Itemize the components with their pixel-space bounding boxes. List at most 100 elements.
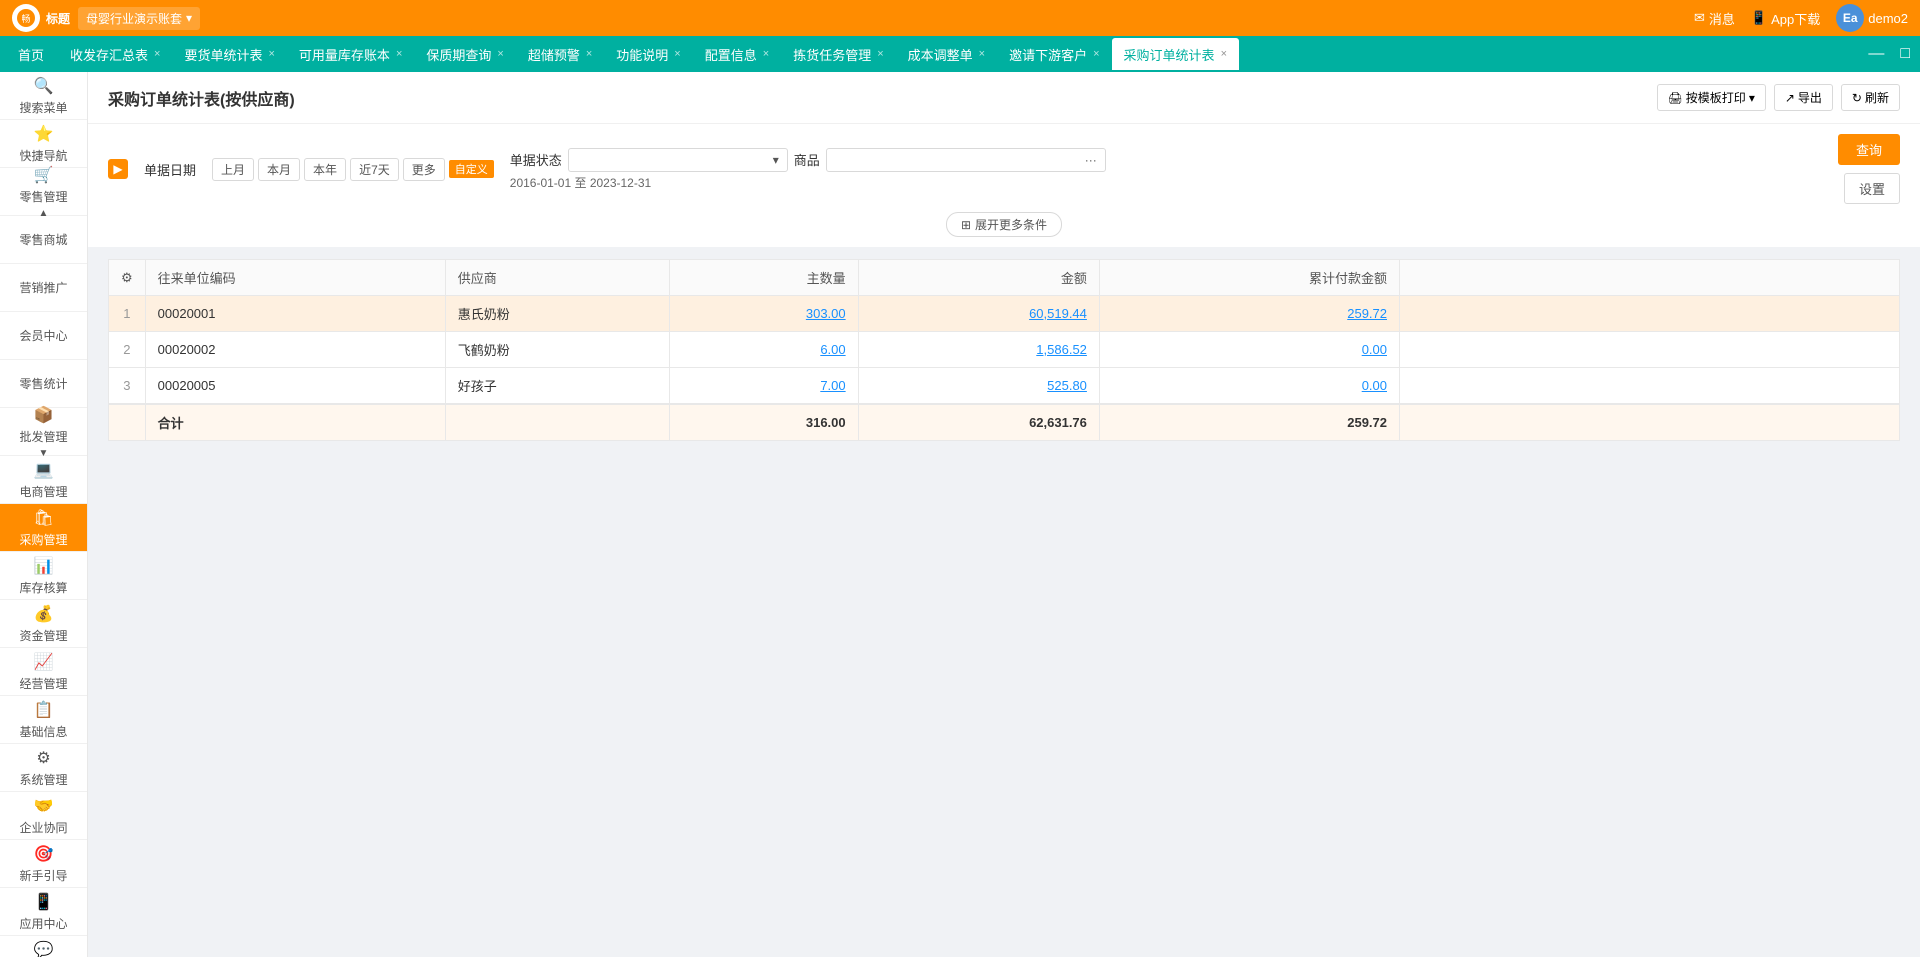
cell-code: 00020002: [145, 332, 445, 368]
sidebar-item-collab[interactable]: 🤝 企业协同: [0, 792, 87, 840]
sidebar-item-system[interactable]: ⚙ 系统管理: [0, 744, 87, 792]
print-icon: 🖨: [1668, 91, 1683, 105]
nav-minimize-btn[interactable]: —: [1862, 43, 1890, 65]
goods-input[interactable]: ···: [826, 148, 1106, 172]
sidebar-item-business[interactable]: 📈 经营管理: [0, 648, 87, 696]
cell-amount[interactable]: 525.80: [858, 368, 1099, 405]
cell-qty[interactable]: 303.00: [670, 296, 859, 332]
sidebar-item-apps[interactable]: 📱 应用中心: [0, 888, 87, 936]
cell-paid[interactable]: 259.72: [1099, 296, 1399, 332]
tab-peizhi-close[interactable]: ×: [763, 48, 769, 60]
cell-amount[interactable]: 1,586.52: [858, 332, 1099, 368]
date-btn-more[interactable]: 更多: [403, 158, 445, 181]
workspace-selector[interactable]: 母婴行业演示账套 ▾: [78, 7, 200, 30]
date-btn-this-month[interactable]: 本月: [258, 158, 300, 181]
sidebar-item-finance[interactable]: 💰 资金管理: [0, 600, 87, 648]
sidebar-business-label: 经营管理: [19, 675, 67, 692]
tab-baozhi[interactable]: 保质期查询 ×: [414, 38, 515, 70]
tab-caigou[interactable]: 采购订单统计表 ×: [1112, 38, 1239, 70]
sidebar-item-retail[interactable]: 🛒 零售管理 ▲: [0, 168, 87, 216]
message-icon: ✉: [1694, 10, 1705, 26]
cell-paid[interactable]: 0.00: [1099, 368, 1399, 405]
footer-qty: 316.00: [670, 404, 859, 441]
sidebar-collab-label: 企业协同: [19, 819, 67, 836]
tab-gnshuoming[interactable]: 功能说明 ×: [604, 38, 692, 70]
print-btn[interactable]: 🖨 按模板打印 ▾: [1657, 84, 1766, 111]
tab-peizhi-label: 配置信息: [705, 45, 757, 64]
footer-paid: 259.72: [1099, 404, 1399, 441]
tab-jianhuo[interactable]: 拣货任务管理 ×: [781, 38, 895, 70]
sidebar-item-inventory[interactable]: 📊 库存核算: [0, 552, 87, 600]
tab-chaoxu-close[interactable]: ×: [586, 48, 592, 60]
sidebar-guide-label: 新手引导: [19, 867, 67, 884]
sidebar-item-purchase[interactable]: 🛍 采购管理: [0, 504, 87, 552]
footer-amount: 62,631.76: [858, 404, 1099, 441]
tab-yaohuodan-close[interactable]: ×: [268, 48, 274, 60]
tab-keyongliang-close[interactable]: ×: [396, 48, 402, 60]
tab-yaohuodan[interactable]: 要货单统计表 ×: [172, 38, 286, 70]
tab-chaoxu[interactable]: 超储预警 ×: [516, 38, 604, 70]
sidebar-item-member[interactable]: 会员中心: [0, 312, 87, 360]
message-btn[interactable]: ✉ 消息: [1694, 9, 1735, 28]
cell-qty[interactable]: 7.00: [670, 368, 859, 405]
filter-settings-btn[interactable]: 设置: [1844, 173, 1900, 204]
print-label: 按模板打印: [1686, 89, 1746, 106]
date-btn-7days[interactable]: 近7天: [350, 158, 399, 181]
tab-peizhi[interactable]: 配置信息 ×: [693, 38, 781, 70]
export-label: 导出: [1798, 89, 1822, 106]
nav-maximize-btn[interactable]: □: [1894, 43, 1916, 65]
sidebar-item-ecom[interactable]: 💻 电商管理: [0, 456, 87, 504]
cell-extra: [1400, 368, 1900, 405]
cell-qty[interactable]: 6.00: [670, 332, 859, 368]
date-btn-this-year[interactable]: 本年: [304, 158, 346, 181]
sidebar-item-nav[interactable]: ⭐ 快捷导航: [0, 120, 87, 168]
sidebar-item-marketing[interactable]: 营销推广: [0, 264, 87, 312]
tab-caigou-close[interactable]: ×: [1221, 48, 1227, 60]
sidebar-item-guide[interactable]: 🎯 新手引导: [0, 840, 87, 888]
tab-chengben-close[interactable]: ×: [979, 48, 985, 60]
query-btn[interactable]: 查询: [1838, 134, 1900, 165]
date-btn-last-month[interactable]: 上月: [212, 158, 254, 181]
user-area[interactable]: Ea demo2: [1836, 4, 1908, 32]
tab-shoufacun-label: 收发存汇总表: [70, 45, 148, 64]
tab-home[interactable]: 首页: [4, 38, 58, 70]
expand-conditions-btn[interactable]: ⊞ 展开更多条件: [946, 212, 1062, 237]
tab-shoufacun-close[interactable]: ×: [154, 48, 160, 60]
tab-chengben[interactable]: 成本调整单 ×: [896, 38, 997, 70]
tab-yaoqing[interactable]: 邀请下游客户 ×: [997, 38, 1111, 70]
sidebar-apps-label: 应用中心: [19, 915, 67, 932]
sidebar-item-wechat[interactable]: 💬 企业微信: [0, 936, 87, 957]
sidebar-item-search[interactable]: 🔍 搜索菜单: [0, 72, 87, 120]
sidebar-item-wholesale[interactable]: 📦 批发管理 ▼: [0, 408, 87, 456]
tab-baozhi-close[interactable]: ×: [497, 48, 503, 60]
expand-row: ⊞ 展开更多条件: [108, 212, 1900, 237]
sidebar-purchase-label: 采购管理: [19, 531, 67, 548]
tab-yaoqing-close[interactable]: ×: [1093, 48, 1099, 60]
sidebar-item-retail-stats[interactable]: 零售统计: [0, 360, 87, 408]
cell-amount[interactable]: 60,519.44: [858, 296, 1099, 332]
table-row[interactable]: 1 00020001 惠氏奶粉 303.00 60,519.44 259.72: [109, 296, 1900, 332]
logo-text: 标题: [46, 10, 70, 27]
cell-paid[interactable]: 0.00: [1099, 332, 1399, 368]
nav-right-btns: — □: [1862, 43, 1916, 65]
sidebar-item-basic[interactable]: 📋 基础信息: [0, 696, 87, 744]
page-header: 采购订单统计表(按供应商) 🖨 按模板打印 ▾ ↗ 导出 ↻ 刷新: [88, 72, 1920, 124]
filter-toggle-btn[interactable]: ▶: [108, 159, 128, 179]
app-download-btn[interactable]: 📱 App下载: [1751, 9, 1820, 28]
tab-gnshuoming-close[interactable]: ×: [674, 48, 680, 60]
sidebar-retail-stats-label: 零售统计: [19, 375, 67, 392]
status-select[interactable]: ▾: [568, 148, 788, 172]
export-btn[interactable]: ↗ 导出: [1774, 84, 1833, 111]
page-header-actions: 🖨 按模板打印 ▾ ↗ 导出 ↻ 刷新: [1657, 84, 1900, 123]
goods-filter-label: 商品: [794, 150, 820, 169]
refresh-btn[interactable]: ↻ 刷新: [1841, 84, 1900, 111]
sidebar-item-shop[interactable]: 零售商城: [0, 216, 87, 264]
table-row[interactable]: 2 00020002 飞鹤奶粉 6.00 1,586.52 0.00: [109, 332, 1900, 368]
tab-jianhuo-close[interactable]: ×: [877, 48, 883, 60]
finance-icon: 💰: [34, 604, 54, 624]
sidebar: 🔍 搜索菜单 ⭐ 快捷导航 🛒 零售管理 ▲ 零售商城 营销推广 会员中心 零售…: [0, 72, 88, 957]
tab-shoufacun[interactable]: 收发存汇总表 ×: [58, 38, 172, 70]
tab-keyongliang[interactable]: 可用量库存账本 ×: [287, 38, 414, 70]
table-row[interactable]: 3 00020005 好孩子 7.00 525.80 0.00: [109, 368, 1900, 405]
goods-input-dots: ···: [1085, 153, 1097, 167]
